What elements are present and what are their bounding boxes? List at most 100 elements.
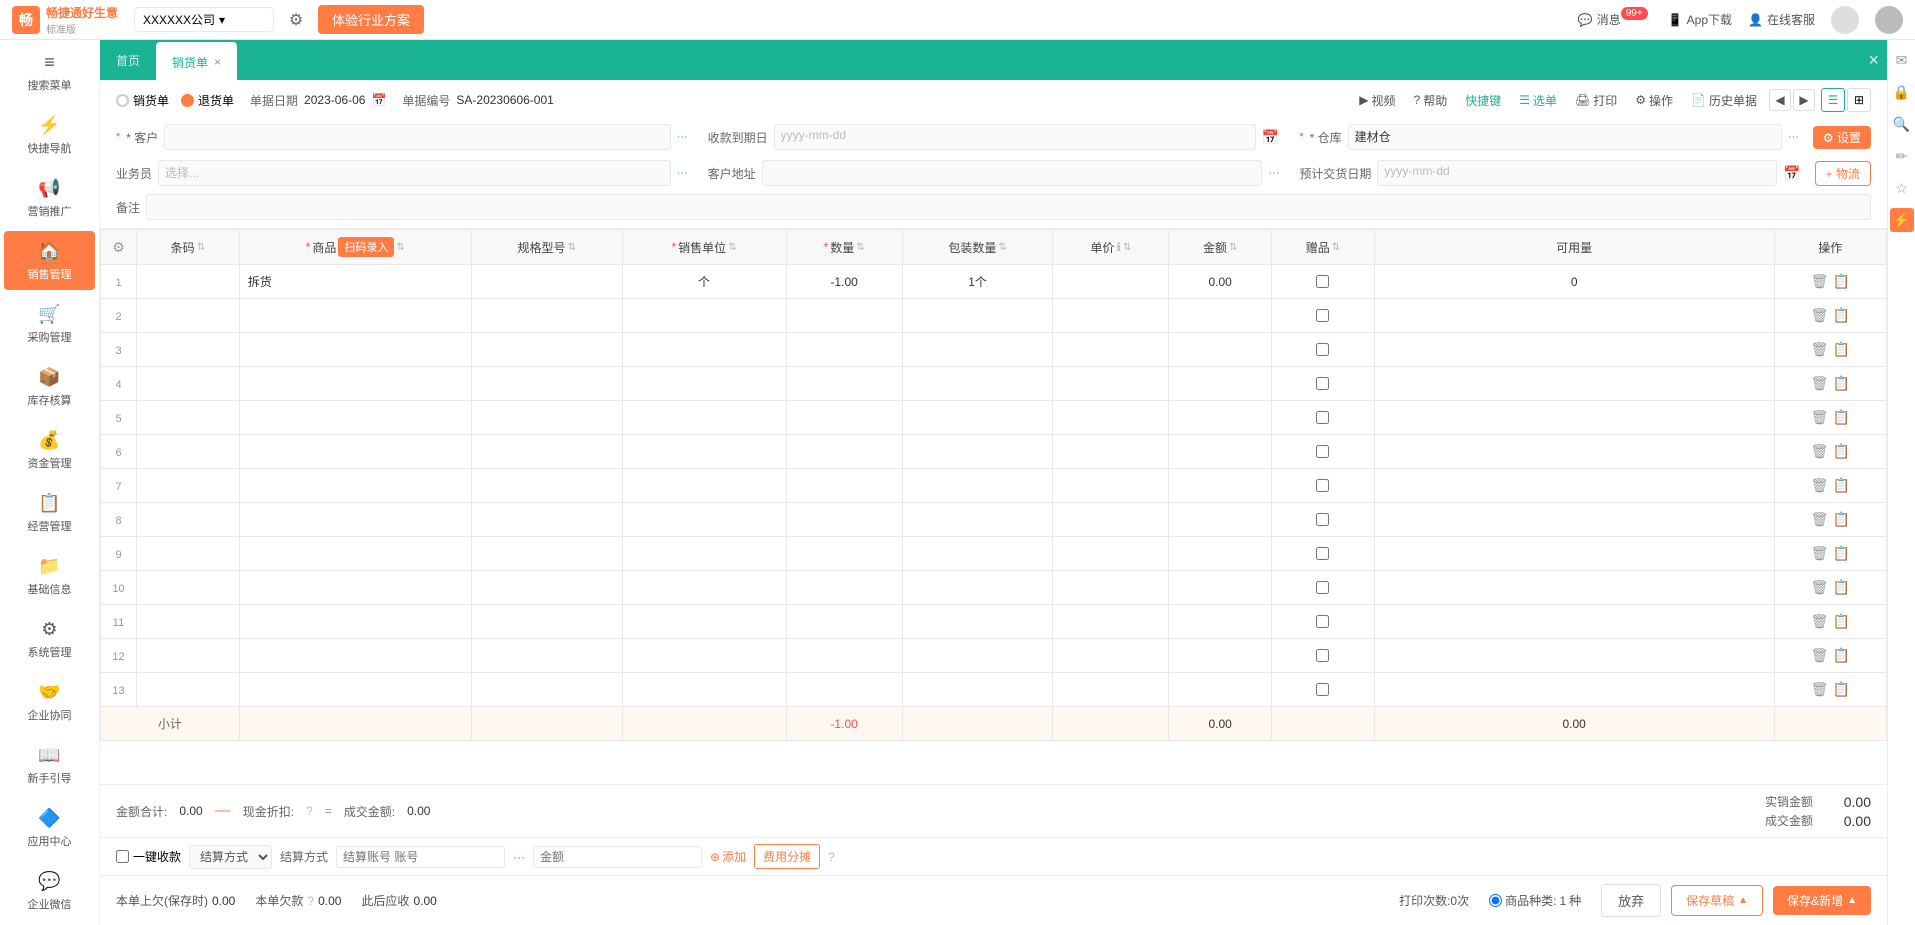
cell-packqty[interactable] xyxy=(902,435,1053,469)
sidebar-item-wechat[interactable]: 💬 企业微信 xyxy=(4,861,95,920)
cell-barcode[interactable] xyxy=(137,571,240,605)
cell-amount[interactable] xyxy=(1169,333,1272,367)
cell-packqty[interactable] xyxy=(902,401,1053,435)
cell-packqty[interactable] xyxy=(902,639,1053,673)
gift-checkbox[interactable] xyxy=(1316,581,1329,594)
amount-input[interactable] xyxy=(533,846,702,868)
gift-checkbox[interactable] xyxy=(1316,411,1329,424)
sort-qty-icon[interactable]: ⇅ xyxy=(856,242,864,253)
gift-checkbox[interactable] xyxy=(1316,683,1329,696)
cell-price[interactable] xyxy=(1053,639,1169,673)
tab-home[interactable]: 首页 xyxy=(100,40,156,80)
cell-gift[interactable] xyxy=(1272,537,1375,571)
sidebar-item-sales[interactable]: 🏠 销售管理 xyxy=(4,231,95,290)
tab-bar-close[interactable]: × xyxy=(1868,50,1887,71)
debt-info-icon[interactable]: ? xyxy=(307,894,314,908)
delete-icon[interactable]: 🗑 xyxy=(1811,409,1829,426)
calendar-icon[interactable]: 📅 xyxy=(371,93,386,107)
cell-gift[interactable] xyxy=(1272,299,1375,333)
cell-gift[interactable] xyxy=(1272,333,1375,367)
cell-barcode[interactable] xyxy=(137,401,240,435)
gift-checkbox[interactable] xyxy=(1316,547,1329,560)
delete-icon[interactable]: 🗑 xyxy=(1811,307,1829,324)
cell-product[interactable] xyxy=(239,469,471,503)
save-new-button[interactable]: 保存&新增 ▲ xyxy=(1773,886,1871,915)
select-btn[interactable]: ☰ 选单 xyxy=(1513,89,1563,112)
pay-method-select[interactable]: 结算方式 xyxy=(189,845,272,869)
radio-return-order[interactable]: 退货单 xyxy=(181,92,234,109)
settings-icon[interactable]: ⚙ xyxy=(282,6,310,34)
remark-input[interactable] xyxy=(146,194,1871,220)
table-gear-icon[interactable]: ⚙ xyxy=(112,239,125,255)
cell-unit[interactable] xyxy=(622,367,786,401)
rp-orange-btn[interactable]: ⚡ xyxy=(1890,208,1914,232)
cell-spec[interactable] xyxy=(471,537,622,571)
gift-checkbox[interactable] xyxy=(1316,445,1329,458)
receivable-date-input[interactable]: yyyy-mm-dd xyxy=(774,124,1256,150)
one-click-pay-checkbox[interactable]: 一键收款 xyxy=(116,848,181,865)
copy-icon[interactable]: 📋 xyxy=(1832,375,1849,392)
cell-gift[interactable] xyxy=(1272,673,1375,707)
sidebar-item-purchase[interactable]: 🛒 采购管理 xyxy=(4,294,95,353)
cell-price[interactable] xyxy=(1053,605,1169,639)
cell-packqty[interactable] xyxy=(902,571,1053,605)
cell-unit[interactable] xyxy=(622,435,786,469)
tab-sales-order[interactable]: 销货单 × xyxy=(156,42,237,82)
cell-packqty[interactable] xyxy=(902,367,1053,401)
warehouse-dots[interactable]: ··· xyxy=(1788,131,1799,143)
cell-gift[interactable] xyxy=(1272,639,1375,673)
cell-spec[interactable] xyxy=(471,367,622,401)
cell-product[interactable] xyxy=(239,571,471,605)
delete-icon[interactable]: 🗑 xyxy=(1811,545,1829,562)
cell-packqty[interactable] xyxy=(902,503,1053,537)
cell-qty[interactable] xyxy=(786,673,902,707)
cell-product[interactable]: 拆货 xyxy=(239,265,471,299)
addr-dots[interactable]: ··· xyxy=(1268,167,1279,179)
sidebar-item-quick-nav[interactable]: ⚡ 快捷导航 xyxy=(4,105,95,164)
delete-icon[interactable]: 🗑 xyxy=(1811,647,1829,664)
cell-price[interactable] xyxy=(1053,571,1169,605)
cell-amount[interactable] xyxy=(1169,639,1272,673)
operate-btn[interactable]: ⚙ 操作 xyxy=(1629,89,1679,112)
messages-button[interactable]: 💬 消息 99+ xyxy=(1578,11,1652,28)
gift-checkbox[interactable] xyxy=(1316,343,1329,356)
abandon-button[interactable]: 放弃 xyxy=(1601,884,1661,917)
gift-checkbox[interactable] xyxy=(1316,309,1329,322)
cell-spec[interactable] xyxy=(471,299,622,333)
window-close-icon[interactable]: × xyxy=(1868,50,1879,70)
account-input[interactable] xyxy=(336,846,505,868)
logistics-button[interactable]: + 物流 xyxy=(1815,161,1871,186)
receivable-cal-icon[interactable]: 📅 xyxy=(1262,129,1279,146)
cell-unit[interactable] xyxy=(622,537,786,571)
sidebar-item-app-center[interactable]: 🔷 应用中心 xyxy=(4,798,95,857)
tab-close-icon[interactable]: × xyxy=(214,55,221,69)
customer-input[interactable] xyxy=(164,124,670,150)
sort-unit-icon[interactable]: ⇅ xyxy=(728,242,736,253)
cell-barcode[interactable] xyxy=(137,673,240,707)
nav-next[interactable]: ▶ xyxy=(1793,89,1815,111)
cell-packqty[interactable] xyxy=(902,299,1053,333)
copy-icon[interactable]: 📋 xyxy=(1832,647,1849,664)
cell-product[interactable] xyxy=(239,435,471,469)
cell-unit[interactable] xyxy=(622,299,786,333)
cell-barcode[interactable] xyxy=(137,367,240,401)
customer-addr-input[interactable] xyxy=(762,160,1263,186)
cell-unit[interactable] xyxy=(622,333,786,367)
sidebar-item-operations[interactable]: 📋 经营管理 xyxy=(4,483,95,542)
sidebar-item-guide[interactable]: 📖 新手引导 xyxy=(4,735,95,794)
col-gear-header[interactable]: ⚙ xyxy=(101,230,137,265)
print-btn[interactable]: 🖨 打印 xyxy=(1569,89,1623,112)
cell-barcode[interactable] xyxy=(137,333,240,367)
product-type-checkbox[interactable]: 商品种类: 1 种 xyxy=(1489,892,1581,909)
delete-icon[interactable]: 🗑 xyxy=(1811,681,1829,698)
cell-unit[interactable] xyxy=(622,639,786,673)
fee-help-icon[interactable]: ? xyxy=(828,850,835,864)
cell-product[interactable] xyxy=(239,537,471,571)
cell-price[interactable] xyxy=(1053,673,1169,707)
warehouse-input[interactable]: 建材仓 xyxy=(1348,124,1782,150)
cell-qty[interactable] xyxy=(786,299,902,333)
cell-price[interactable] xyxy=(1053,367,1169,401)
cell-product[interactable] xyxy=(239,673,471,707)
sidebar-item-collab[interactable]: 🤝 企业协同 xyxy=(4,672,95,731)
expected-date-input[interactable]: yyyy-mm-dd xyxy=(1377,160,1777,186)
